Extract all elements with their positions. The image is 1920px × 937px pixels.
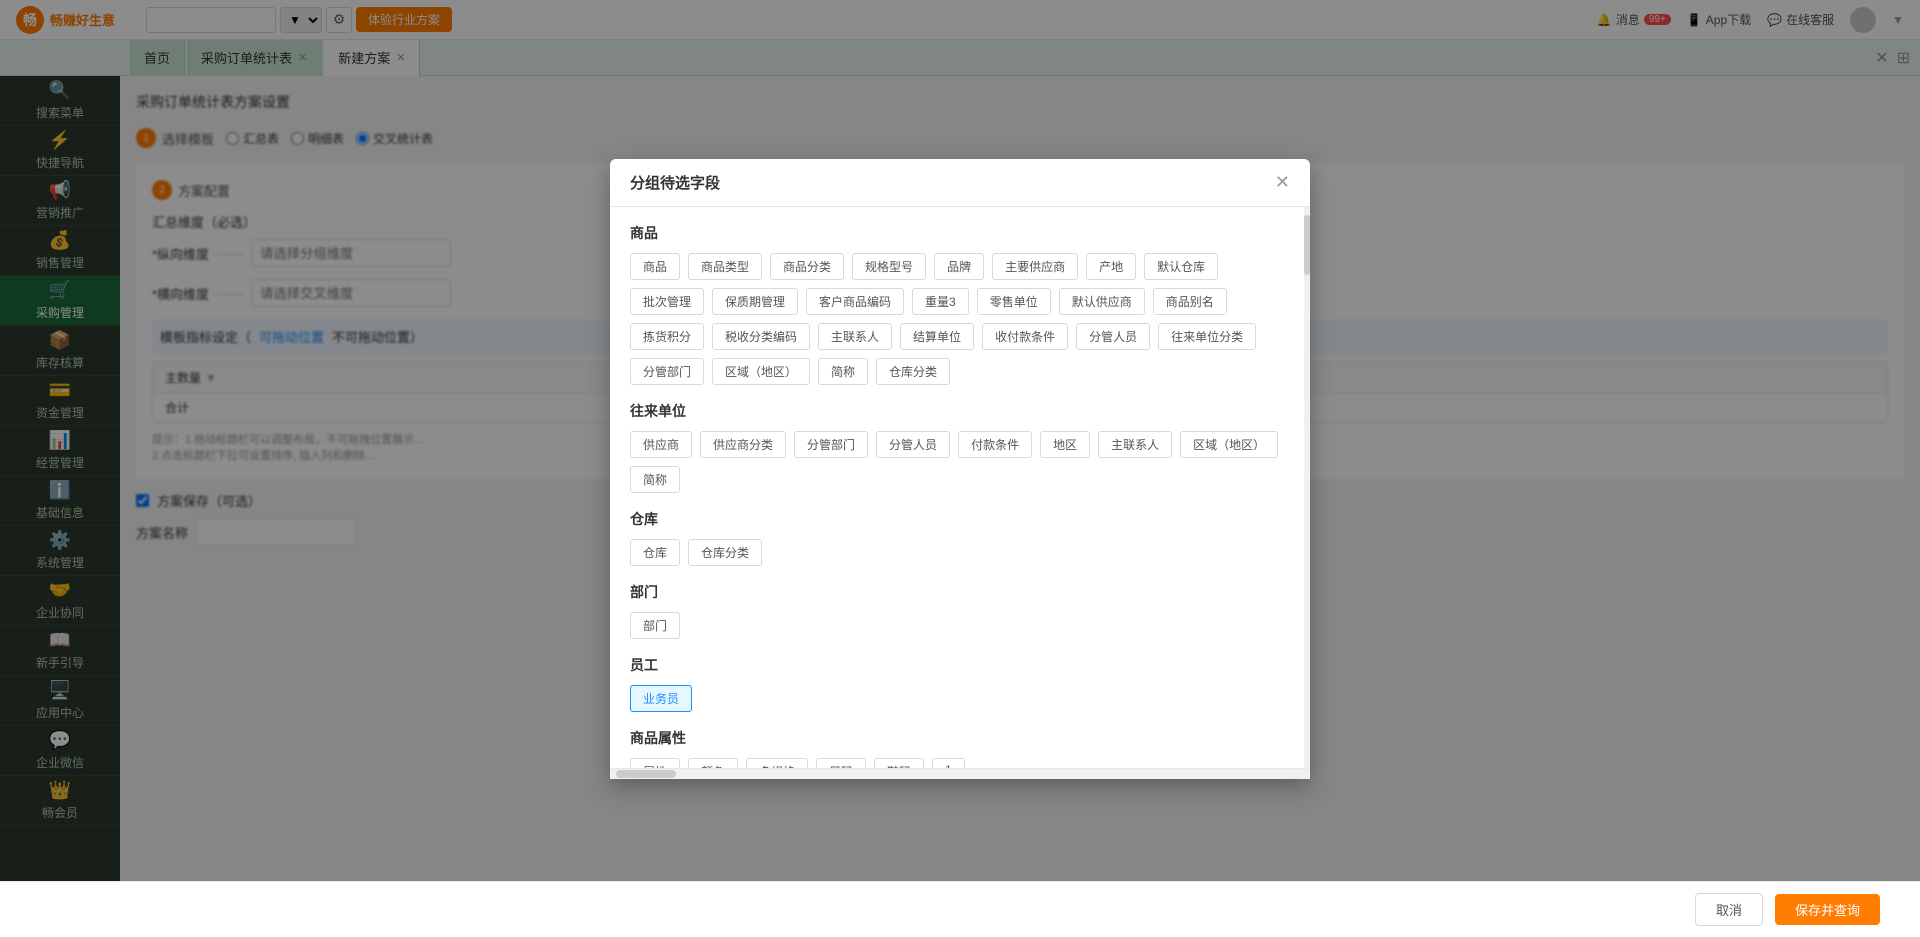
modal-body[interactable]: 商品 商品 商品类型 商品分类 规格型号 品牌 主要供应商 产地 默认仓库 批次…	[610, 207, 1310, 768]
tag-warehouse[interactable]: 仓库	[630, 539, 680, 566]
tag-shelf-life[interactable]: 保质期管理	[712, 288, 798, 315]
section-dept-tags: 部门	[630, 612, 1290, 639]
section-product-attr-title: 商品属性	[630, 728, 1290, 748]
section-employee-tags: 业务员	[630, 685, 1290, 712]
tag-manager[interactable]: 分管人员	[1076, 323, 1150, 350]
tag-retail-unit[interactable]: 零售单位	[977, 288, 1051, 315]
tag-region-product[interactable]: 区域（地区）	[712, 358, 810, 385]
section-employee-title: 员工	[630, 655, 1290, 675]
section-warehouse-title: 仓库	[630, 509, 1290, 529]
modal-close-btn[interactable]: ✕	[1275, 172, 1290, 193]
section-product-title: 商品	[630, 223, 1290, 243]
tag-product-alias[interactable]: 商品别名	[1153, 288, 1227, 315]
tag-product[interactable]: 商品	[630, 253, 680, 280]
tag-weight[interactable]: 重量3	[912, 288, 969, 315]
modal-overlay: 分组待选字段 ✕ 商品 商品 商品类型 商品分类 规格型号 品牌 主要供应商 产…	[0, 0, 1920, 937]
tag-salesperson[interactable]: 业务员	[630, 685, 692, 712]
scrollbar-v-thumb	[1304, 215, 1310, 275]
tag-managed-person[interactable]: 分管人员	[876, 431, 950, 458]
section-product-tags: 商品 商品类型 商品分类 规格型号 品牌 主要供应商 产地 默认仓库 批次管理 …	[630, 253, 1290, 385]
section-partner-tags: 供应商 供应商分类 分管部门 分管人员 付款条件 地区 主联系人 区域（地区） …	[630, 431, 1290, 493]
section-dept-title: 部门	[630, 582, 1290, 602]
tag-multi-spec[interactable]: 多规格	[746, 758, 808, 768]
tag-default-warehouse[interactable]: 默认仓库	[1144, 253, 1218, 280]
tag-product-type[interactable]: 商品类型	[688, 253, 762, 280]
tag-size[interactable]: 尺码	[816, 758, 866, 768]
tag-origin[interactable]: 产地	[1086, 253, 1136, 280]
tag-tax-code[interactable]: 税收分类编码	[712, 323, 810, 350]
tag-region-partner[interactable]: 地区	[1040, 431, 1090, 458]
tag-warehouse-category[interactable]: 仓库分类	[688, 539, 762, 566]
section-product-attr-tags: 属性 颜色 多规格 尺码 鞋码 1	[630, 758, 1290, 768]
tag-dept[interactable]: 部门	[630, 612, 680, 639]
tag-product-category[interactable]: 商品分类	[770, 253, 844, 280]
tag-region2-partner[interactable]: 区域（地区）	[1180, 431, 1278, 458]
tag-attr[interactable]: 属性	[630, 758, 680, 768]
tag-default-supplier[interactable]: 默认供应商	[1059, 288, 1145, 315]
tag-payment-terms[interactable]: 收付款条件	[982, 323, 1068, 350]
section-partner-title: 往来单位	[630, 401, 1290, 421]
modal-scrollbar-v[interactable]	[1304, 207, 1310, 768]
tag-main-supplier[interactable]: 主要供应商	[992, 253, 1078, 280]
tag-main-contact[interactable]: 主联系人	[818, 323, 892, 350]
tag-partner-category[interactable]: 往来单位分类	[1158, 323, 1256, 350]
modal-scrollbar-h[interactable]	[610, 768, 1310, 779]
tag-payment-condition[interactable]: 付款条件	[958, 431, 1032, 458]
tag-pick-points[interactable]: 拣货积分	[630, 323, 704, 350]
tag-supplier[interactable]: 供应商	[630, 431, 692, 458]
tag-managed-dept[interactable]: 分管部门	[794, 431, 868, 458]
tag-warehouse-category-product[interactable]: 仓库分类	[876, 358, 950, 385]
scrollbar-h-thumb	[616, 770, 676, 778]
tag-brand[interactable]: 品牌	[934, 253, 984, 280]
section-warehouse-tags: 仓库 仓库分类	[630, 539, 1290, 566]
modal-title: 分组待选字段	[630, 172, 720, 193]
tag-supplier-category[interactable]: 供应商分类	[700, 431, 786, 458]
page-footer: 取消 保存并查询	[0, 881, 1920, 937]
tag-abbr-partner[interactable]: 简称	[630, 466, 680, 493]
tag-spec-model[interactable]: 规格型号	[852, 253, 926, 280]
tag-num1[interactable]: 1	[932, 758, 965, 768]
tag-abbr-product[interactable]: 简称	[818, 358, 868, 385]
save-query-button[interactable]: 保存并查询	[1775, 894, 1880, 925]
tag-batch-management[interactable]: 批次管理	[630, 288, 704, 315]
tag-settlement-unit[interactable]: 结算单位	[900, 323, 974, 350]
cancel-button[interactable]: 取消	[1695, 893, 1763, 926]
tag-customer-code[interactable]: 客户商品编码	[806, 288, 904, 315]
modal-header: 分组待选字段 ✕	[610, 159, 1310, 207]
tag-dept-managed[interactable]: 分管部门	[630, 358, 704, 385]
tag-color[interactable]: 颜色	[688, 758, 738, 768]
tag-main-contact-partner[interactable]: 主联系人	[1098, 431, 1172, 458]
group-field-modal: 分组待选字段 ✕ 商品 商品 商品类型 商品分类 规格型号 品牌 主要供应商 产…	[610, 159, 1310, 779]
tag-shoe-size[interactable]: 鞋码	[874, 758, 924, 768]
